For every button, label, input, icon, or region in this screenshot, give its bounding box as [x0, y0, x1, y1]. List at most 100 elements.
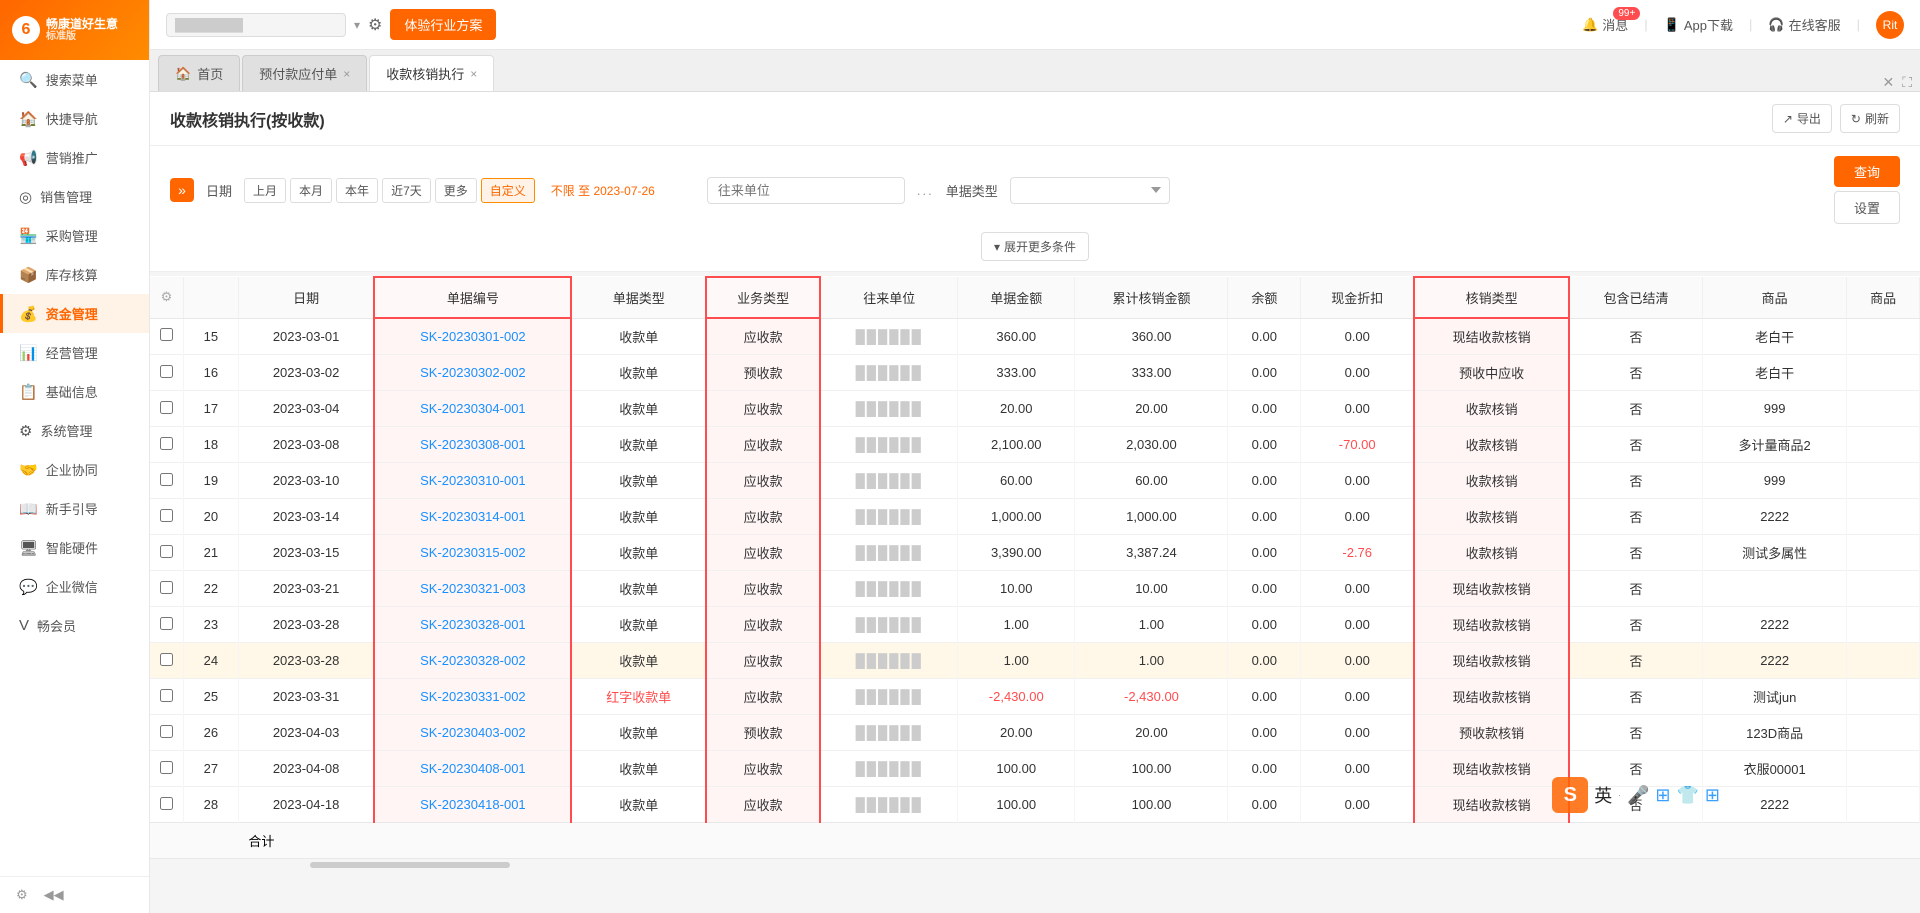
sidebar-item-hardware[interactable]: 🖥 智能硬件: [0, 528, 149, 567]
last-month-btn[interactable]: 上月: [244, 178, 286, 203]
cell-amount: 360.00: [958, 318, 1075, 355]
col-settings[interactable]: ⚙: [150, 277, 184, 318]
sidebar-item-purchase[interactable]: 🏪 采购管理: [0, 216, 149, 255]
cell-balance: 0.00: [1228, 355, 1301, 391]
sidebar-item-operations[interactable]: 📊 经营管理: [0, 333, 149, 372]
cell-cancel-amount: 333.00: [1075, 355, 1228, 391]
sidebar-item-enterprise[interactable]: 🤝 企业协同: [0, 450, 149, 489]
cell-bill-no[interactable]: SK-20230408-001: [374, 751, 571, 787]
this-month-btn[interactable]: 本月: [290, 178, 332, 203]
sidebar-item-system[interactable]: ⚙ 系统管理: [0, 411, 149, 450]
settings-bottom-icon[interactable]: ⚙: [16, 887, 28, 903]
tab-prepay-close-icon[interactable]: ×: [343, 67, 350, 81]
cell-cash-discount: 0.00: [1301, 391, 1415, 427]
cell-cancel-amount: 60.00: [1075, 463, 1228, 499]
cell-bill-no[interactable]: SK-20230301-002: [374, 318, 571, 355]
cell-bill-no[interactable]: SK-20230308-001: [374, 427, 571, 463]
row-checkbox[interactable]: [160, 653, 173, 666]
cell-bill-no[interactable]: SK-20230321-003: [374, 571, 571, 607]
row-checkbox[interactable]: [160, 761, 173, 774]
table-row: 202023-03-14SK-20230314-001收款单应收款██████1…: [150, 499, 1920, 535]
cell-row-num: 25: [184, 679, 239, 715]
sidebar-item-marketing[interactable]: 📢 营销推广: [0, 138, 149, 177]
cell-bill-no[interactable]: SK-20230328-001: [374, 607, 571, 643]
sidebar-item-member[interactable]: V 畅会员: [0, 606, 149, 645]
row-checkbox[interactable]: [160, 581, 173, 594]
cell-product: 测试多属性: [1703, 535, 1847, 571]
cell-cancel-type: 收款核销: [1414, 391, 1569, 427]
tab-prepay[interactable]: 预付款应付单 ×: [242, 55, 367, 91]
cell-bill-no[interactable]: SK-20230314-001: [374, 499, 571, 535]
horizontal-scrollbar[interactable]: [150, 858, 1920, 870]
sidebar-item-capital[interactable]: 💰 资金管理: [0, 294, 149, 333]
filter-toggle-btn[interactable]: »: [170, 178, 194, 202]
cell-bill-no[interactable]: SK-20230304-001: [374, 391, 571, 427]
tab-fullscreen-icon[interactable]: ⛶: [1902, 74, 1912, 91]
query-btn[interactable]: 查询: [1834, 156, 1900, 187]
sidebar-item-wechat[interactable]: 💬 企业微信: [0, 567, 149, 606]
row-checkbox[interactable]: [160, 509, 173, 522]
cell-bill-no[interactable]: SK-20230310-001: [374, 463, 571, 499]
cell-bill-no[interactable]: SK-20230418-001: [374, 787, 571, 823]
cell-date: 2023-04-08: [238, 751, 374, 787]
avatar[interactable]: Rit: [1876, 11, 1904, 39]
cell-row-num: 24: [184, 643, 239, 679]
cell-cancel-amount: 100.00: [1075, 787, 1228, 823]
app-download-link[interactable]: 📱 App下载: [1664, 15, 1733, 34]
sidebar-item-basic[interactable]: 📋 基础信息: [0, 372, 149, 411]
custom-date-btn[interactable]: 自定义: [481, 178, 535, 203]
tab-home[interactable]: 🏠 首页: [158, 55, 240, 91]
this-year-btn[interactable]: 本年: [336, 178, 378, 203]
sidebar: 6 畅康道好生意 标准版 🔍 搜索菜单 🏠 快捷导航 📢 营销推广 ◎ 销售管理…: [0, 0, 150, 913]
export-btn[interactable]: ↗ 导出: [1772, 104, 1832, 133]
more-date-btn[interactable]: 更多: [435, 178, 477, 203]
cell-cash-discount: 0.00: [1301, 463, 1415, 499]
cell-product: [1703, 571, 1847, 607]
row-checkbox[interactable]: [160, 797, 173, 810]
cell-include-settled: 否: [1569, 499, 1703, 535]
expand-conditions-btn[interactable]: ▾ 展开更多条件: [981, 232, 1089, 261]
cell-bill-no[interactable]: SK-20230315-002: [374, 535, 571, 571]
cell-cancel-type: 现结收款核销: [1414, 607, 1569, 643]
tab-collection-close-icon[interactable]: ×: [470, 67, 477, 81]
refresh-btn[interactable]: ↻ 刷新: [1840, 104, 1900, 133]
tab-collection-cancel[interactable]: 收款核销执行 ×: [369, 55, 494, 91]
row-checkbox[interactable]: [160, 401, 173, 414]
cell-partner: ██████: [820, 787, 957, 823]
row-checkbox[interactable]: [160, 328, 173, 341]
tab-close-all-icon[interactable]: ✕: [1882, 74, 1894, 91]
last-7-days-btn[interactable]: 近7天: [382, 178, 431, 203]
sidebar-item-inventory[interactable]: 📦 库存核算: [0, 255, 149, 294]
cell-amount: 1,000.00: [958, 499, 1075, 535]
sidebar-item-quick-nav[interactable]: 🏠 快捷导航: [0, 99, 149, 138]
sidebar-item-sales[interactable]: ◎ 销售管理: [0, 177, 149, 216]
cell-bill-no[interactable]: SK-20230331-002: [374, 679, 571, 715]
cell-partner: ██████: [820, 318, 957, 355]
bill-type-select[interactable]: [1010, 177, 1170, 204]
row-checkbox[interactable]: [160, 437, 173, 450]
cell-bill-no[interactable]: SK-20230403-002: [374, 715, 571, 751]
row-checkbox[interactable]: [160, 473, 173, 486]
row-checkbox[interactable]: [160, 617, 173, 630]
row-checkbox[interactable]: [160, 365, 173, 378]
sidebar-item-search[interactable]: 🔍 搜索菜单: [0, 60, 149, 99]
sidebar-item-guide[interactable]: 📖 新手引导: [0, 489, 149, 528]
cell-bill-no[interactable]: SK-20230302-002: [374, 355, 571, 391]
notification-area[interactable]: 🔔 消息 99+: [1582, 15, 1628, 34]
industry-btn[interactable]: 体验行业方案: [390, 9, 496, 40]
online-service-link[interactable]: 🎧 在线客服: [1768, 15, 1840, 34]
row-checkbox[interactable]: [160, 689, 173, 702]
row-checkbox[interactable]: [160, 725, 173, 738]
cell-bill-no[interactable]: SK-20230328-002: [374, 643, 571, 679]
collapse-icon[interactable]: ◀◀: [44, 887, 64, 903]
cell-cancel-type: 收款核销: [1414, 427, 1569, 463]
filter-settings-btn[interactable]: 设置: [1834, 191, 1900, 224]
hardware-icon: 🖥: [19, 539, 38, 557]
cell-product2: [1847, 355, 1920, 391]
partner-input[interactable]: [707, 177, 905, 204]
topbar-left: ████████ ▾ ⚙ 体验行业方案: [166, 9, 1570, 40]
gear-icon[interactable]: ⚙: [368, 15, 382, 35]
col-cash-discount: 现金折扣: [1301, 277, 1415, 318]
cell-cancel-type: 现结收款核销: [1414, 318, 1569, 355]
row-checkbox[interactable]: [160, 545, 173, 558]
